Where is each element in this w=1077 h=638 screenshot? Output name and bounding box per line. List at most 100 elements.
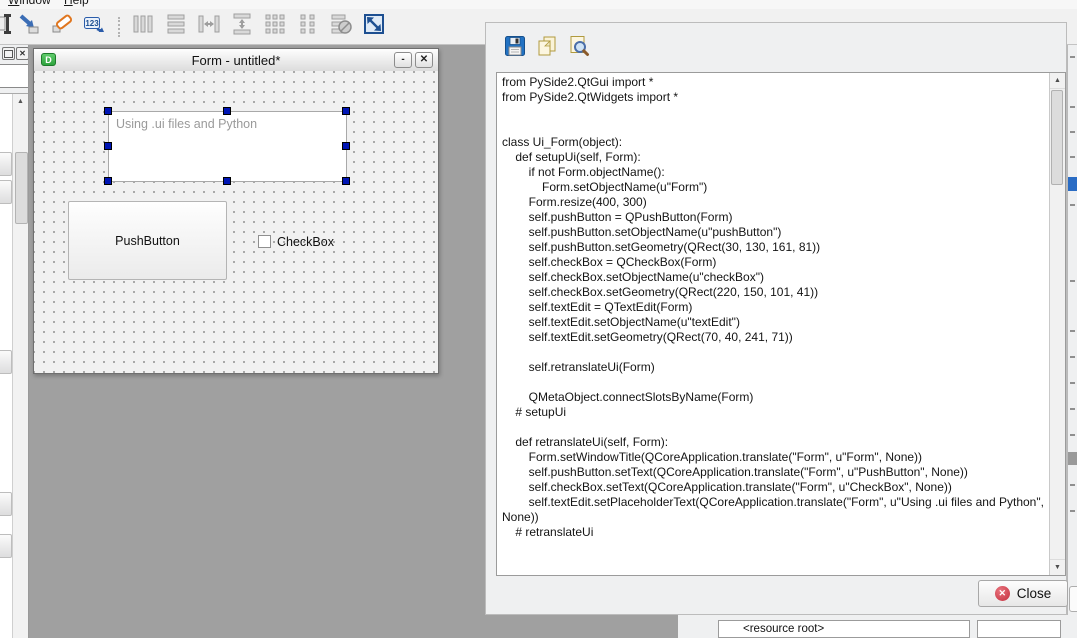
selection-handle[interactable] xyxy=(342,177,350,185)
menu-help[interactable]: Help xyxy=(64,0,89,7)
form-window-titlebar[interactable]: D Form - untitled* - ✕ xyxy=(34,49,438,72)
widget-category-bar[interactable] xyxy=(0,534,12,558)
checkbox-label: CheckBox xyxy=(277,235,334,249)
close-circle-icon: ✕ xyxy=(995,586,1010,601)
widget-box-scrollbar[interactable]: ▲ xyxy=(12,94,28,638)
minimize-button[interactable]: - xyxy=(394,52,412,68)
layout-grid-button[interactable] xyxy=(262,13,288,39)
selection-handle[interactable] xyxy=(104,177,112,185)
layout-horizontal-splitter-button[interactable] xyxy=(196,13,222,39)
row-fragment xyxy=(1068,452,1077,465)
widget-category-bar[interactable] xyxy=(0,350,12,374)
copy-button[interactable] xyxy=(533,34,561,62)
edit-buddies-button[interactable] xyxy=(49,13,75,39)
tree-branch-mark xyxy=(1070,280,1075,282)
form-canvas[interactable]: Using .ui files and Python PushButton Ch… xyxy=(34,71,438,373)
tree-branch-mark xyxy=(1070,106,1075,108)
save-floppy-icon xyxy=(503,34,527,63)
resource-tree-panel[interactable]: <resource root> xyxy=(718,620,970,638)
scroll-down-icon[interactable]: ▼ xyxy=(1050,559,1065,575)
textedit-widget[interactable]: Using .ui files and Python xyxy=(108,111,347,182)
toolbar-separator xyxy=(118,17,120,37)
right-dock-sliver xyxy=(1067,44,1077,638)
break-layout-button[interactable] xyxy=(328,13,354,39)
adjust-size-icon xyxy=(363,13,385,40)
form-layout-icon xyxy=(297,13,319,40)
float-icon xyxy=(4,50,13,58)
textedit-placeholder: Using .ui files and Python xyxy=(109,112,346,136)
scroll-up-icon[interactable]: ▲ xyxy=(1050,73,1065,89)
close-button[interactable]: ✕ xyxy=(415,52,433,68)
checkbox-widget[interactable]: CheckBox xyxy=(258,221,359,262)
selection-handle[interactable] xyxy=(223,177,231,185)
layout-vertical-splitter-button[interactable] xyxy=(229,13,255,39)
form-editor-window: D Form - untitled* - ✕ Using .ui files a… xyxy=(33,48,439,374)
vertical-splitter-icon xyxy=(231,13,253,40)
signal-slot-arrow-icon xyxy=(18,13,40,40)
selected-row-fragment[interactable] xyxy=(1068,177,1077,191)
selection-handle[interactable] xyxy=(342,107,350,115)
tree-branch-mark xyxy=(1070,434,1075,436)
close-button-label: Close xyxy=(1017,586,1052,601)
tree-branch-mark xyxy=(1070,330,1075,332)
grid-layout-icon xyxy=(264,13,286,40)
designer-form-icon: D xyxy=(41,53,56,66)
edit-signals-slots-button[interactable] xyxy=(16,13,42,39)
tree-branch-mark xyxy=(1070,156,1075,158)
horizontal-splitter-icon xyxy=(198,13,220,40)
code-editor[interactable]: from PySide2.QtGui import * from PySide2… xyxy=(496,72,1066,576)
find-button[interactable] xyxy=(565,34,593,62)
layout-vertically-button[interactable] xyxy=(163,13,189,39)
pushbutton-widget[interactable]: PushButton xyxy=(68,201,227,280)
selection-handle[interactable] xyxy=(342,142,350,150)
menubar: Window Help xyxy=(0,0,1077,9)
layout-horizontally-button[interactable] xyxy=(130,13,156,39)
widget-box-list[interactable]: ▲ xyxy=(0,93,29,638)
scrollbar-thumb[interactable] xyxy=(1051,90,1063,185)
tab-order-123-icon: 123 xyxy=(83,13,105,40)
selection-handle[interactable] xyxy=(104,142,112,150)
scroll-up-icon[interactable]: ▲ xyxy=(14,96,27,108)
tree-branch-mark xyxy=(1070,131,1075,133)
dialog-close-button[interactable]: ✕ Close xyxy=(978,580,1068,607)
menu-window[interactable]: Window xyxy=(8,0,51,7)
widget-category-bar[interactable] xyxy=(0,180,12,204)
buddy-tag-icon xyxy=(51,13,73,40)
widget-filter-input[interactable] xyxy=(0,64,29,88)
layout-form-button[interactable] xyxy=(295,13,321,39)
generated-python-code[interactable]: from PySide2.QtGui import * from PySide2… xyxy=(497,73,1049,575)
selection-handle[interactable] xyxy=(104,107,112,115)
tree-branch-mark xyxy=(1070,356,1075,358)
resource-preview-panel[interactable] xyxy=(977,620,1061,638)
break-layout-icon xyxy=(330,13,352,40)
adjust-size-button[interactable] xyxy=(361,13,387,39)
tree-branch-mark xyxy=(1070,56,1075,58)
find-magnifier-icon xyxy=(567,34,591,63)
scrollbar-thumb[interactable] xyxy=(15,152,28,224)
layout-vertical-icon xyxy=(165,13,187,40)
widget-box-dock: ✕ ▲ xyxy=(0,44,29,638)
edit-widgets-icon xyxy=(0,13,13,40)
resource-root-item[interactable]: <resource root> xyxy=(743,623,824,635)
selection-handle[interactable] xyxy=(223,107,231,115)
svg-text:123: 123 xyxy=(85,19,99,28)
tree-branch-mark xyxy=(1070,408,1075,410)
dock-float-button[interactable] xyxy=(2,47,15,60)
form-window-title: Form - untitled* xyxy=(34,53,438,68)
tree-branch-mark xyxy=(1070,510,1075,512)
code-scrollbar[interactable]: ▲ ▼ xyxy=(1049,73,1065,575)
dock-close-button[interactable]: ✕ xyxy=(16,47,29,60)
widget-category-bar[interactable] xyxy=(0,152,12,176)
tree-branch-mark xyxy=(1070,382,1075,384)
resource-browser-dock: <resource root> xyxy=(678,615,1077,638)
edit-tab-order-button[interactable]: 123 xyxy=(81,13,107,39)
tree-branch-mark xyxy=(1070,204,1075,206)
tree-branch-mark xyxy=(1070,484,1075,486)
edit-widgets-button[interactable] xyxy=(0,13,15,39)
widget-category-bar[interactable] xyxy=(0,492,12,516)
checkbox-indicator[interactable] xyxy=(258,235,271,248)
panel-corner-fragment xyxy=(1069,586,1077,612)
copy-documents-icon xyxy=(535,34,559,63)
view-code-dialog: from PySide2.QtGui import * from PySide2… xyxy=(485,22,1067,615)
save-button[interactable] xyxy=(501,34,529,62)
